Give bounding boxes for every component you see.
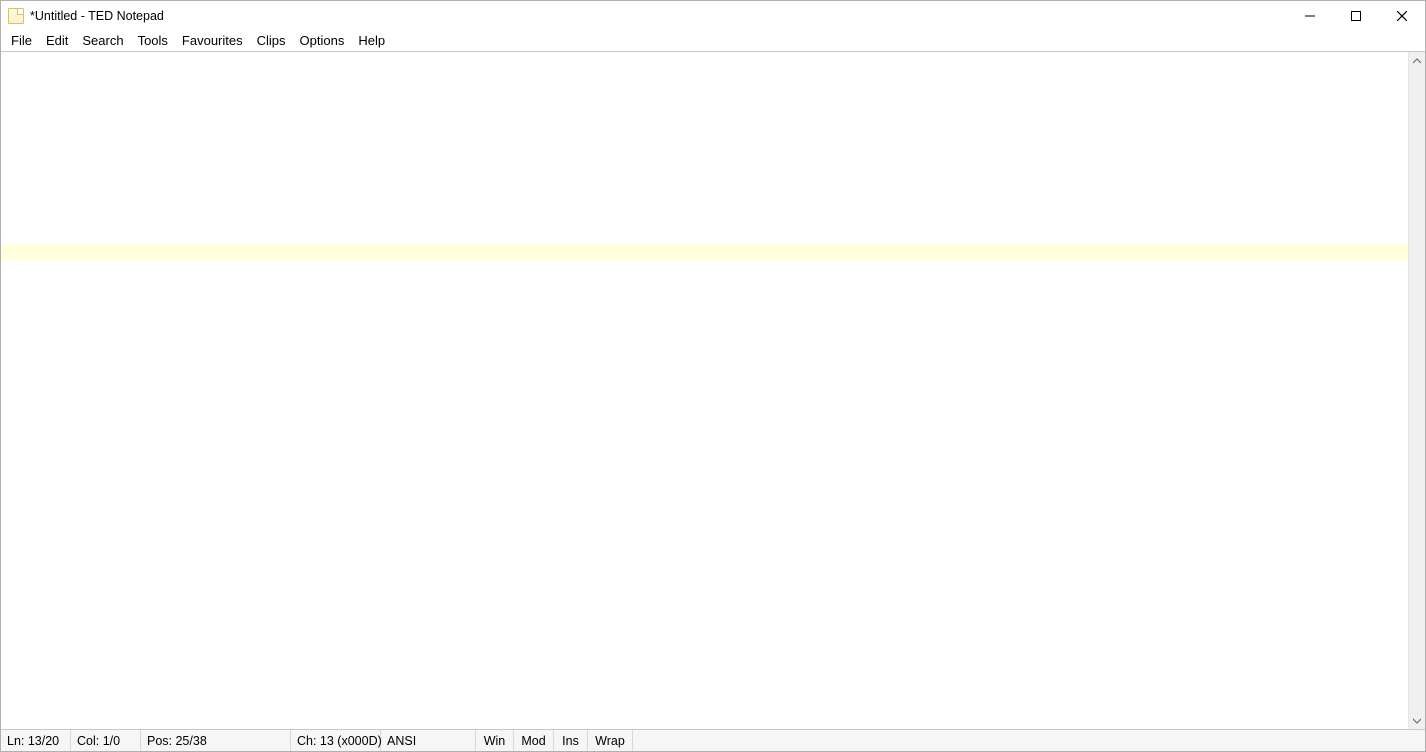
editor-line[interactable] (1, 404, 1408, 420)
menu-options[interactable]: Options (293, 30, 352, 51)
editor-line[interactable] (1, 420, 1408, 436)
status-position: Pos: 25/38 (141, 730, 291, 751)
editor-line[interactable] (1, 356, 1408, 372)
editor-line[interactable] (1, 692, 1408, 708)
menu-tools[interactable]: Tools (131, 30, 175, 51)
status-encoding: ANSI (381, 730, 476, 751)
editor-line[interactable] (1, 516, 1408, 532)
text-editor[interactable] (1, 52, 1408, 729)
editor-line[interactable] (1, 276, 1408, 292)
menu-help[interactable]: Help (351, 30, 392, 51)
editor-line[interactable] (1, 228, 1408, 244)
status-column: Col: 1/0 (71, 730, 141, 751)
scroll-up-button[interactable] (1409, 52, 1426, 69)
menu-clips[interactable]: Clips (250, 30, 293, 51)
editor-line[interactable] (1, 68, 1408, 84)
editor-line[interactable] (1, 372, 1408, 388)
app-icon (8, 8, 24, 24)
editor-line[interactable] (1, 52, 1408, 68)
editor-line[interactable] (1, 180, 1408, 196)
status-spacer (633, 730, 1425, 751)
editor-line[interactable] (1, 532, 1408, 548)
menu-edit[interactable]: Edit (39, 30, 75, 51)
status-lineending[interactable]: Win (476, 730, 514, 751)
editor-line[interactable] (1, 132, 1408, 148)
minimize-icon (1305, 11, 1315, 21)
editor-line[interactable] (1, 260, 1408, 276)
editor-area (1, 52, 1425, 729)
editor-line[interactable] (1, 196, 1408, 212)
editor-line[interactable] (1, 340, 1408, 356)
editor-line[interactable] (1, 100, 1408, 116)
editor-line[interactable] (1, 660, 1408, 676)
status-wrap[interactable]: Wrap (588, 730, 633, 751)
menu-file[interactable]: File (4, 30, 39, 51)
editor-line[interactable] (1, 452, 1408, 468)
status-bar: Ln: 13/20 Col: 1/0 Pos: 25/38 Ch: 13 (x0… (1, 729, 1425, 751)
chevron-up-icon (1413, 58, 1421, 64)
status-modified: Mod (514, 730, 554, 751)
editor-line[interactable] (1, 708, 1408, 724)
chevron-down-icon (1413, 718, 1421, 724)
editor-line[interactable] (1, 500, 1408, 516)
editor-line[interactable] (1, 84, 1408, 100)
title-bar[interactable]: *Untitled - TED Notepad (1, 1, 1425, 30)
editor-line[interactable] (1, 324, 1408, 340)
editor-line[interactable] (1, 580, 1408, 596)
editor-line[interactable] (1, 388, 1408, 404)
scroll-down-button[interactable] (1409, 712, 1426, 729)
menu-favourites[interactable]: Favourites (175, 30, 250, 51)
close-icon (1397, 11, 1407, 21)
status-line: Ln: 13/20 (1, 730, 71, 751)
app-window: *Untitled - TED Notepad File Edit Search… (0, 0, 1426, 752)
status-insert[interactable]: Ins (554, 730, 588, 751)
menu-search[interactable]: Search (75, 30, 130, 51)
window-controls (1287, 1, 1425, 30)
vertical-scrollbar[interactable] (1408, 52, 1425, 729)
maximize-icon (1351, 11, 1361, 21)
close-button[interactable] (1379, 1, 1425, 30)
status-char: Ch: 13 (x000D) (291, 730, 381, 751)
editor-line[interactable] (1, 436, 1408, 452)
editor-line[interactable] (1, 468, 1408, 484)
minimize-button[interactable] (1287, 1, 1333, 30)
maximize-button[interactable] (1333, 1, 1379, 30)
editor-line[interactable] (1, 564, 1408, 580)
editor-line[interactable] (1, 164, 1408, 180)
editor-line[interactable] (1, 548, 1408, 564)
editor-line[interactable] (1, 596, 1408, 612)
editor-line[interactable] (1, 212, 1408, 228)
editor-line[interactable] (1, 628, 1408, 644)
editor-line[interactable] (1, 676, 1408, 692)
editor-line[interactable] (1, 644, 1408, 660)
window-title: *Untitled - TED Notepad (30, 9, 164, 23)
editor-line[interactable] (1, 292, 1408, 308)
editor-line[interactable] (1, 484, 1408, 500)
editor-line[interactable] (1, 116, 1408, 132)
menu-bar: File Edit Search Tools Favourites Clips … (1, 30, 1425, 52)
editor-line[interactable] (1, 148, 1408, 164)
editor-line[interactable] (1, 308, 1408, 324)
editor-line[interactable] (1, 612, 1408, 628)
editor-line[interactable] (1, 244, 1408, 260)
